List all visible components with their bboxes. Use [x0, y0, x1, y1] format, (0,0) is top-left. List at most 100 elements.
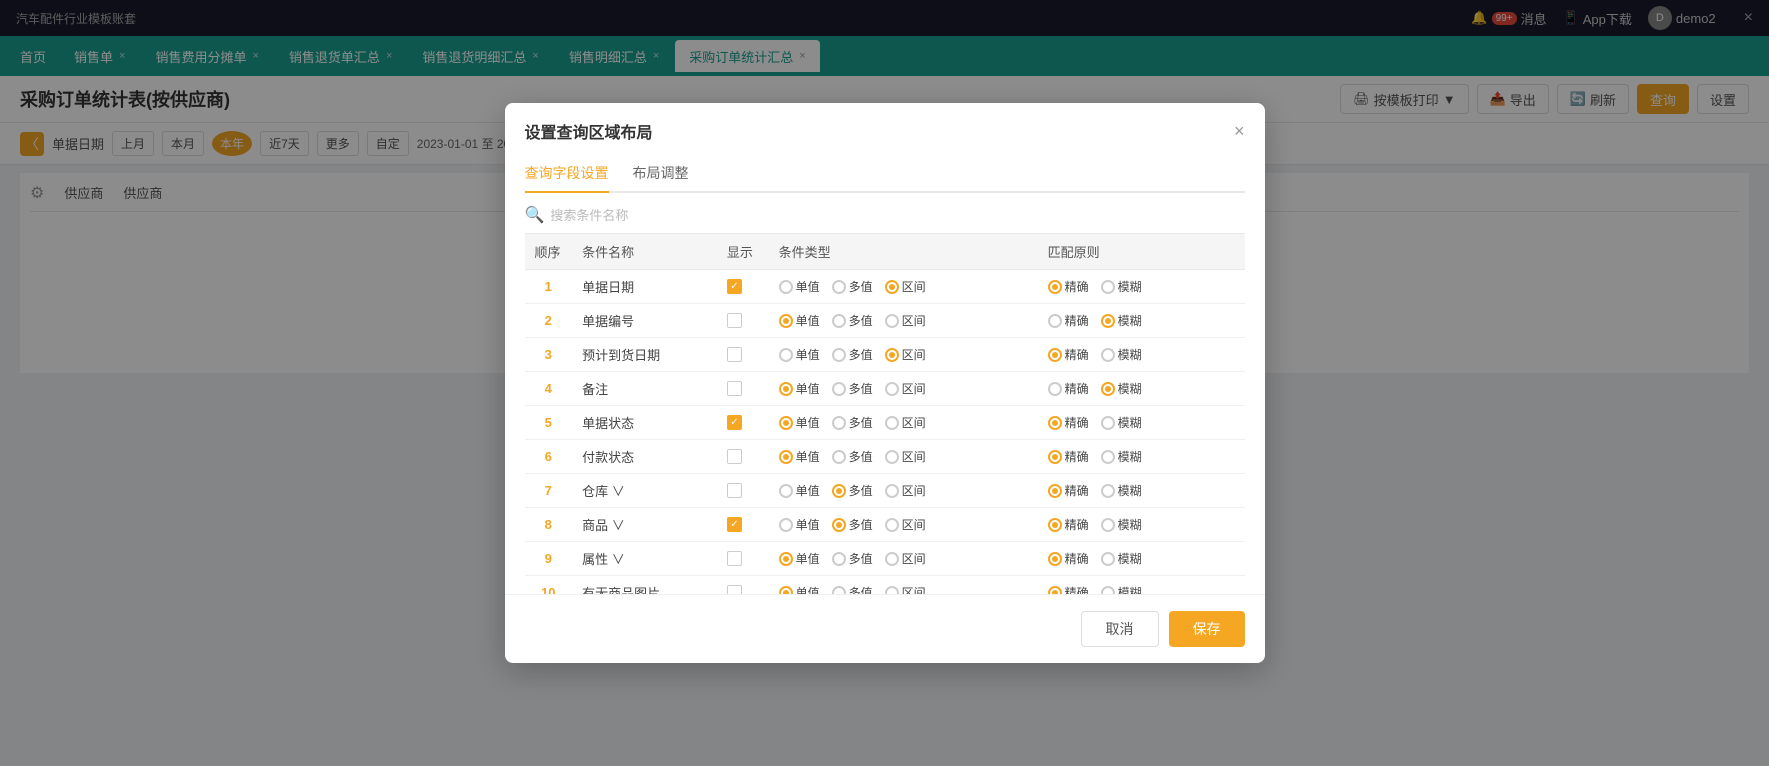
radio-type-range[interactable]: 区间	[885, 516, 926, 533]
row-show-checkbox[interactable]	[717, 542, 769, 576]
checkbox[interactable]: ✓	[727, 517, 742, 532]
radio-type-single[interactable]: 单值	[779, 550, 820, 567]
checkbox[interactable]	[727, 483, 742, 498]
row-show-checkbox[interactable]	[717, 576, 769, 595]
fields-table-scroll[interactable]: 顺序 条件名称 显示 条件类型 匹配原则 1单据日期✓单值多值区间精确模糊2单据…	[525, 234, 1245, 594]
radio-type-single[interactable]: 单值	[779, 584, 820, 594]
radio-match-exact[interactable]: 精确	[1048, 380, 1089, 397]
checkbox[interactable]: ✓	[727, 415, 742, 430]
row-show-checkbox[interactable]	[717, 474, 769, 508]
dialog-footer: 取消 保存	[505, 594, 1265, 663]
radio-circle	[832, 314, 846, 328]
checkbox[interactable]	[727, 551, 742, 566]
radio-match-exact[interactable]: 精确	[1048, 550, 1089, 567]
radio-type-range[interactable]: 区间	[885, 346, 926, 363]
radio-type-multi[interactable]: 多值	[832, 312, 873, 329]
radio-match-fuzzy[interactable]: 模糊	[1101, 380, 1142, 397]
radio-circle	[885, 450, 899, 464]
radio-match-exact[interactable]: 精确	[1048, 584, 1089, 594]
checkbox[interactable]	[727, 585, 742, 594]
radio-type-single[interactable]: 单值	[779, 346, 820, 363]
radio-type-range[interactable]: 区间	[885, 448, 926, 465]
row-show-checkbox[interactable]	[717, 304, 769, 338]
search-input[interactable]	[550, 208, 750, 223]
radio-circle	[1048, 552, 1062, 566]
radio-label: 单值	[796, 482, 820, 499]
radio-match-exact[interactable]: 精确	[1048, 414, 1089, 431]
radio-match-exact[interactable]: 精确	[1048, 312, 1089, 329]
radio-type-multi[interactable]: 多值	[832, 380, 873, 397]
radio-label: 区间	[902, 448, 926, 465]
checkbox[interactable]	[727, 449, 742, 464]
radio-match-exact[interactable]: 精确	[1048, 346, 1089, 363]
radio-match-exact[interactable]: 精确	[1048, 482, 1089, 499]
th-type: 条件类型	[769, 234, 1038, 270]
radio-match-fuzzy[interactable]: 模糊	[1101, 414, 1142, 431]
radio-type-range[interactable]: 区间	[885, 278, 926, 295]
radio-type-single[interactable]: 单值	[779, 448, 820, 465]
radio-label: 区间	[902, 380, 926, 397]
tab-layout[interactable]: 布局调整	[633, 155, 689, 193]
row-type: 单值 多值区间	[769, 304, 1038, 338]
radio-match-fuzzy[interactable]: 模糊	[1101, 516, 1142, 533]
radio-type-single[interactable]: 单值	[779, 482, 820, 499]
row-show-checkbox[interactable]: ✓	[717, 508, 769, 542]
checkbox[interactable]	[727, 381, 742, 396]
radio-type-multi[interactable]: 多值	[832, 584, 873, 594]
checkbox[interactable]: ✓	[727, 279, 742, 294]
radio-type-range[interactable]: 区间	[885, 414, 926, 431]
radio-circle	[1101, 314, 1115, 328]
radio-type-multi[interactable]: 多值	[832, 516, 873, 533]
radio-type-range[interactable]: 区间	[885, 482, 926, 499]
radio-label: 多值	[849, 448, 873, 465]
radio-label: 多值	[849, 312, 873, 329]
radio-type-multi[interactable]: 多值	[832, 482, 873, 499]
radio-match-fuzzy[interactable]: 模糊	[1101, 584, 1142, 594]
radio-type-single[interactable]: 单值	[779, 516, 820, 533]
radio-type-multi[interactable]: 多值	[832, 414, 873, 431]
row-match: 精确模糊	[1038, 474, 1245, 508]
radio-match-exact[interactable]: 精确	[1048, 448, 1089, 465]
radio-type-multi[interactable]: 多值	[832, 346, 873, 363]
radio-match-exact[interactable]: 精确	[1048, 516, 1089, 533]
cancel-button[interactable]: 取消	[1081, 611, 1159, 647]
radio-match-fuzzy[interactable]: 模糊	[1101, 278, 1142, 295]
radio-match-exact[interactable]: 精确	[1048, 278, 1089, 295]
radio-type-range[interactable]: 区间	[885, 380, 926, 397]
radio-type-range[interactable]: 区间	[885, 550, 926, 567]
row-show-checkbox[interactable]	[717, 372, 769, 406]
row-show-checkbox[interactable]: ✓	[717, 406, 769, 440]
radio-type-single[interactable]: 单值	[779, 278, 820, 295]
radio-label: 区间	[902, 482, 926, 499]
radio-type-multi[interactable]: 多值	[832, 278, 873, 295]
radio-match-fuzzy[interactable]: 模糊	[1101, 448, 1142, 465]
tab-query-fields[interactable]: 查询字段设置	[525, 155, 609, 193]
radio-type-multi[interactable]: 多值	[832, 448, 873, 465]
radio-circle	[779, 348, 793, 362]
radio-label: 单值	[796, 278, 820, 295]
row-order: 8	[525, 508, 573, 542]
row-show-checkbox[interactable]	[717, 440, 769, 474]
row-show-checkbox[interactable]: ✓	[717, 270, 769, 304]
radio-type-single[interactable]: 单值	[779, 380, 820, 397]
radio-type-range[interactable]: 区间	[885, 312, 926, 329]
row-show-checkbox[interactable]	[717, 338, 769, 372]
radio-match-fuzzy[interactable]: 模糊	[1101, 482, 1142, 499]
radio-type-multi[interactable]: 多值	[832, 550, 873, 567]
radio-circle	[832, 280, 846, 294]
checkbox[interactable]	[727, 313, 742, 328]
radio-type-single[interactable]: 单值	[779, 414, 820, 431]
radio-match-fuzzy[interactable]: 模糊	[1101, 346, 1142, 363]
radio-type-range[interactable]: 区间	[885, 584, 926, 594]
checkbox[interactable]	[727, 347, 742, 362]
radio-label: 精确	[1065, 346, 1089, 363]
radio-match-fuzzy[interactable]: 模糊	[1101, 312, 1142, 329]
radio-circle	[779, 450, 793, 464]
dialog-close-button[interactable]: ×	[1234, 122, 1245, 140]
save-button[interactable]: 保存	[1169, 611, 1245, 647]
radio-type-single[interactable]: 单值	[779, 312, 820, 329]
modal-overlay: 设置查询区域布局 × 查询字段设置 布局调整 🔍 顺序	[0, 0, 1769, 766]
radio-match-fuzzy[interactable]: 模糊	[1101, 550, 1142, 567]
row-name: 单据日期	[572, 270, 717, 304]
row-type: 单值多值区间	[769, 270, 1038, 304]
